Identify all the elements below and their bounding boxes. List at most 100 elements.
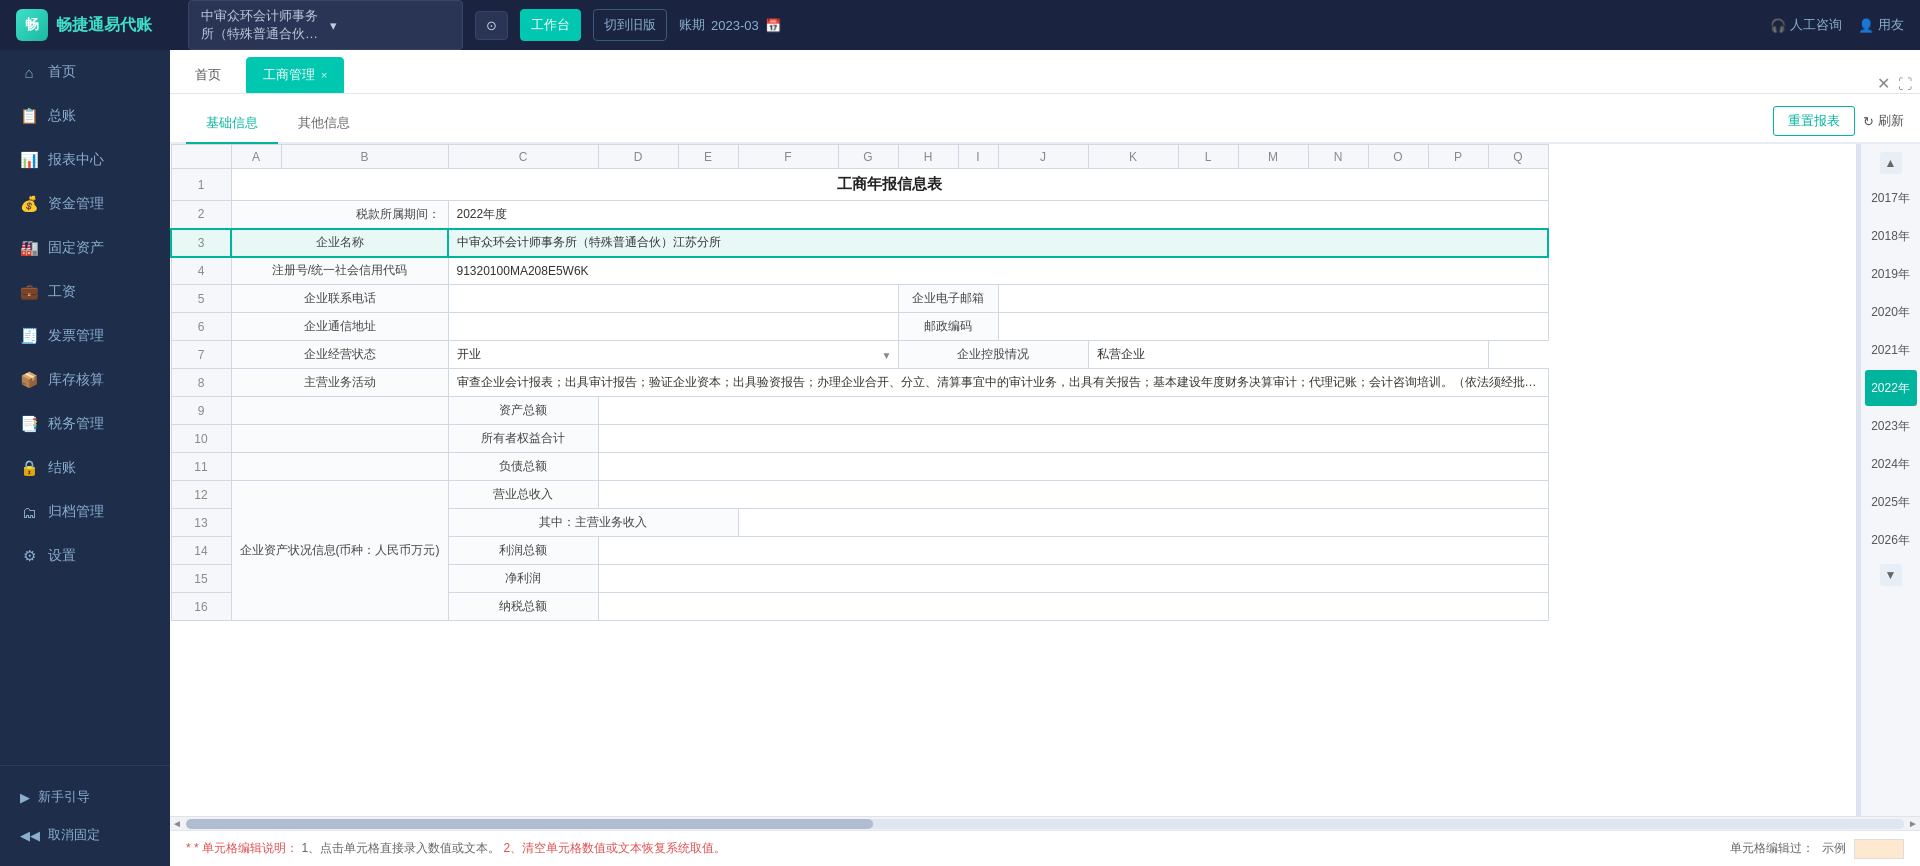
year-item-2017[interactable]: 2017年	[1865, 180, 1917, 216]
cell-2-value[interactable]: 2022年度	[448, 201, 1548, 229]
sidebar-item-label: 资金管理	[48, 195, 104, 213]
window-close-icon[interactable]: ✕	[1877, 74, 1890, 93]
cell-3-value[interactable]: 中审众环会计师事务所（特殊普通合伙）江苏分所	[448, 229, 1548, 257]
sidebar-item-close[interactable]: 🔒 结账	[0, 446, 170, 490]
cell-5-value2[interactable]	[998, 285, 1548, 313]
scroll-right-arrow[interactable]: ►	[1908, 818, 1918, 829]
user-menu[interactable]: 👤 用友	[1858, 16, 1904, 34]
sidebar-item-tax[interactable]: 📑 税务管理	[0, 402, 170, 446]
col-header-G: G	[838, 145, 898, 169]
year-item-2021[interactable]: 2021年	[1865, 332, 1917, 368]
h-scroll-track[interactable]	[186, 819, 1904, 829]
bottom-hint-area: * * 单元格编辑说明： 1、点击单元格直接录入数值或文本。 2、清空单元格数值…	[186, 840, 726, 857]
cell-8-value[interactable]: 审查企业会计报表；出具审计报告；验证企业资本；出具验资报告；办理企业合开、分立、…	[448, 369, 1548, 397]
window-expand-icon[interactable]: ⛶	[1898, 76, 1912, 92]
year-item-2022[interactable]: 2022年	[1865, 370, 1917, 406]
hint-text1: 1、点击单元格直接录入数值或文本。	[301, 841, 500, 855]
sidebar-item-asset[interactable]: 🏭 固定资产	[0, 226, 170, 270]
h-scroll-bar[interactable]: ◄ ►	[170, 816, 1920, 830]
cell-7-value2[interactable]: 私营企业	[1088, 341, 1488, 369]
sidebar-item-label: 税务管理	[48, 415, 104, 433]
sidebar-item-salary[interactable]: 💼 工资	[0, 270, 170, 314]
col-header-K: K	[1088, 145, 1178, 169]
table-row: 8 主营业务活动 审查企业会计报表；出具审计报告；验证企业资本；出具验资报告；办…	[171, 369, 1548, 397]
cell-16-value[interactable]	[598, 593, 1548, 621]
tab-other-info-label: 其他信息	[298, 115, 350, 130]
year-item-2026[interactable]: 2026年	[1865, 522, 1917, 558]
col-header-D: D	[598, 145, 678, 169]
year-item-2024[interactable]: 2024年	[1865, 446, 1917, 482]
cell-13-value[interactable]	[738, 509, 1548, 537]
new-guide-button[interactable]: ▶ 新手引导	[0, 778, 170, 816]
scroll-left-arrow[interactable]: ◄	[172, 818, 182, 829]
year-label: 2020年	[1871, 304, 1910, 321]
year-down-button[interactable]: ▼	[1880, 564, 1902, 586]
finance-icon: 💰	[20, 195, 38, 213]
sidebar-item-finance[interactable]: 💰 资金管理	[0, 182, 170, 226]
year-label: 2021年	[1871, 342, 1910, 359]
sidebar-item-ledger[interactable]: 📋 总账	[0, 94, 170, 138]
cell-9-empty	[231, 397, 448, 425]
salary-icon: 💼	[20, 283, 38, 301]
switch-old-button[interactable]: 切到旧版	[593, 9, 667, 41]
cell-12-value[interactable]	[598, 481, 1548, 509]
col-header-M: M	[1238, 145, 1308, 169]
spreadsheet-table: A B C D E F G H I J K L	[170, 144, 1549, 621]
sidebar-item-archive[interactable]: 🗂 归档管理	[0, 490, 170, 534]
cell-10-value[interactable]	[598, 425, 1548, 453]
tab-close-icon[interactable]: ×	[321, 69, 327, 81]
cell-9-value[interactable]	[598, 397, 1548, 425]
cell-6-value1[interactable]	[448, 313, 898, 341]
cell-6-value2[interactable]	[998, 313, 1548, 341]
corner-cell	[171, 145, 231, 169]
cell-15-value[interactable]	[598, 565, 1548, 593]
h-scroll-thumb[interactable]	[186, 819, 873, 829]
sheet-title[interactable]: 工商年报信息表	[231, 169, 1548, 201]
cell-4-value[interactable]: 91320100MA208E5W6K	[448, 257, 1548, 285]
tab-other-info[interactable]: 其他信息	[278, 106, 370, 144]
cell-7-dropdown[interactable]: 开业 ▼	[448, 341, 898, 369]
table-row: 6 企业通信地址 邮政编码	[171, 313, 1548, 341]
cell-5-value1[interactable]	[448, 285, 898, 313]
calendar-icon[interactable]: 📅	[765, 18, 781, 33]
year-item-2023[interactable]: 2023年	[1865, 408, 1917, 444]
year-item-2020[interactable]: 2020年	[1865, 294, 1917, 330]
workspace-button[interactable]: 工作台	[520, 9, 581, 41]
tab-home[interactable]: 首页	[178, 57, 238, 93]
cell-14-value[interactable]	[598, 537, 1548, 565]
company-selector[interactable]: 中审众环会计师事务所（特殊普通合伙… ▾	[188, 0, 463, 50]
copy-button[interactable]: ⊙	[475, 11, 508, 40]
year-label: 2026年	[1871, 532, 1910, 549]
app-logo: 畅 畅捷通易代账	[16, 9, 176, 41]
year-label: 2022年	[1871, 380, 1910, 397]
sidebar-item-report[interactable]: 📊 报表中心	[0, 138, 170, 182]
report-icon: 📊	[20, 151, 38, 169]
table-row: 11 负债总额	[171, 453, 1548, 481]
consult-button[interactable]: 🎧 人工咨询	[1770, 16, 1842, 34]
cell-3-label: 企业名称	[231, 229, 448, 257]
year-item-2018[interactable]: 2018年	[1865, 218, 1917, 254]
sidebar-item-label: 归档管理	[48, 503, 104, 521]
tab-bizmanage[interactable]: 工商管理 ×	[246, 57, 344, 93]
year-item-2019[interactable]: 2019年	[1865, 256, 1917, 292]
cell-11-value[interactable]	[598, 453, 1548, 481]
tab-basic-info[interactable]: 基础信息	[186, 106, 278, 144]
archive-icon: 🗂	[20, 503, 38, 521]
spreadsheet-main[interactable]: A B C D E F G H I J K L	[170, 144, 1856, 816]
cancel-pin-button[interactable]: ◀◀ 取消固定	[0, 816, 170, 854]
cell-9-label: 资产总额	[448, 397, 598, 425]
year-label: 2025年	[1871, 494, 1910, 511]
sidebar-item-inventory[interactable]: 📦 库存核算	[0, 358, 170, 402]
refresh-button[interactable]: ↻ 刷新	[1863, 112, 1904, 130]
sidebar-item-settings[interactable]: ⚙ 设置	[0, 534, 170, 578]
sidebar-item-home[interactable]: ⌂ 首页	[0, 50, 170, 94]
year-item-2025[interactable]: 2025年	[1865, 484, 1917, 520]
table-row: 4 注册号/统一社会信用代码 91320100MA208E5W6K	[171, 257, 1548, 285]
bottom-right-area: 单元格编辑过： 示例	[1730, 839, 1904, 859]
year-up-button[interactable]: ▲	[1880, 152, 1902, 174]
reset-report-button[interactable]: 重置报表	[1773, 106, 1855, 136]
sidebar-item-invoice[interactable]: 🧾 发票管理	[0, 314, 170, 358]
chevron-down-icon: ▾	[330, 18, 451, 33]
table-row: 2 税款所属期间： 2022年度	[171, 201, 1548, 229]
cell-12-group-label: 企业资产状况信息(币种：人民币万元)	[231, 481, 448, 621]
